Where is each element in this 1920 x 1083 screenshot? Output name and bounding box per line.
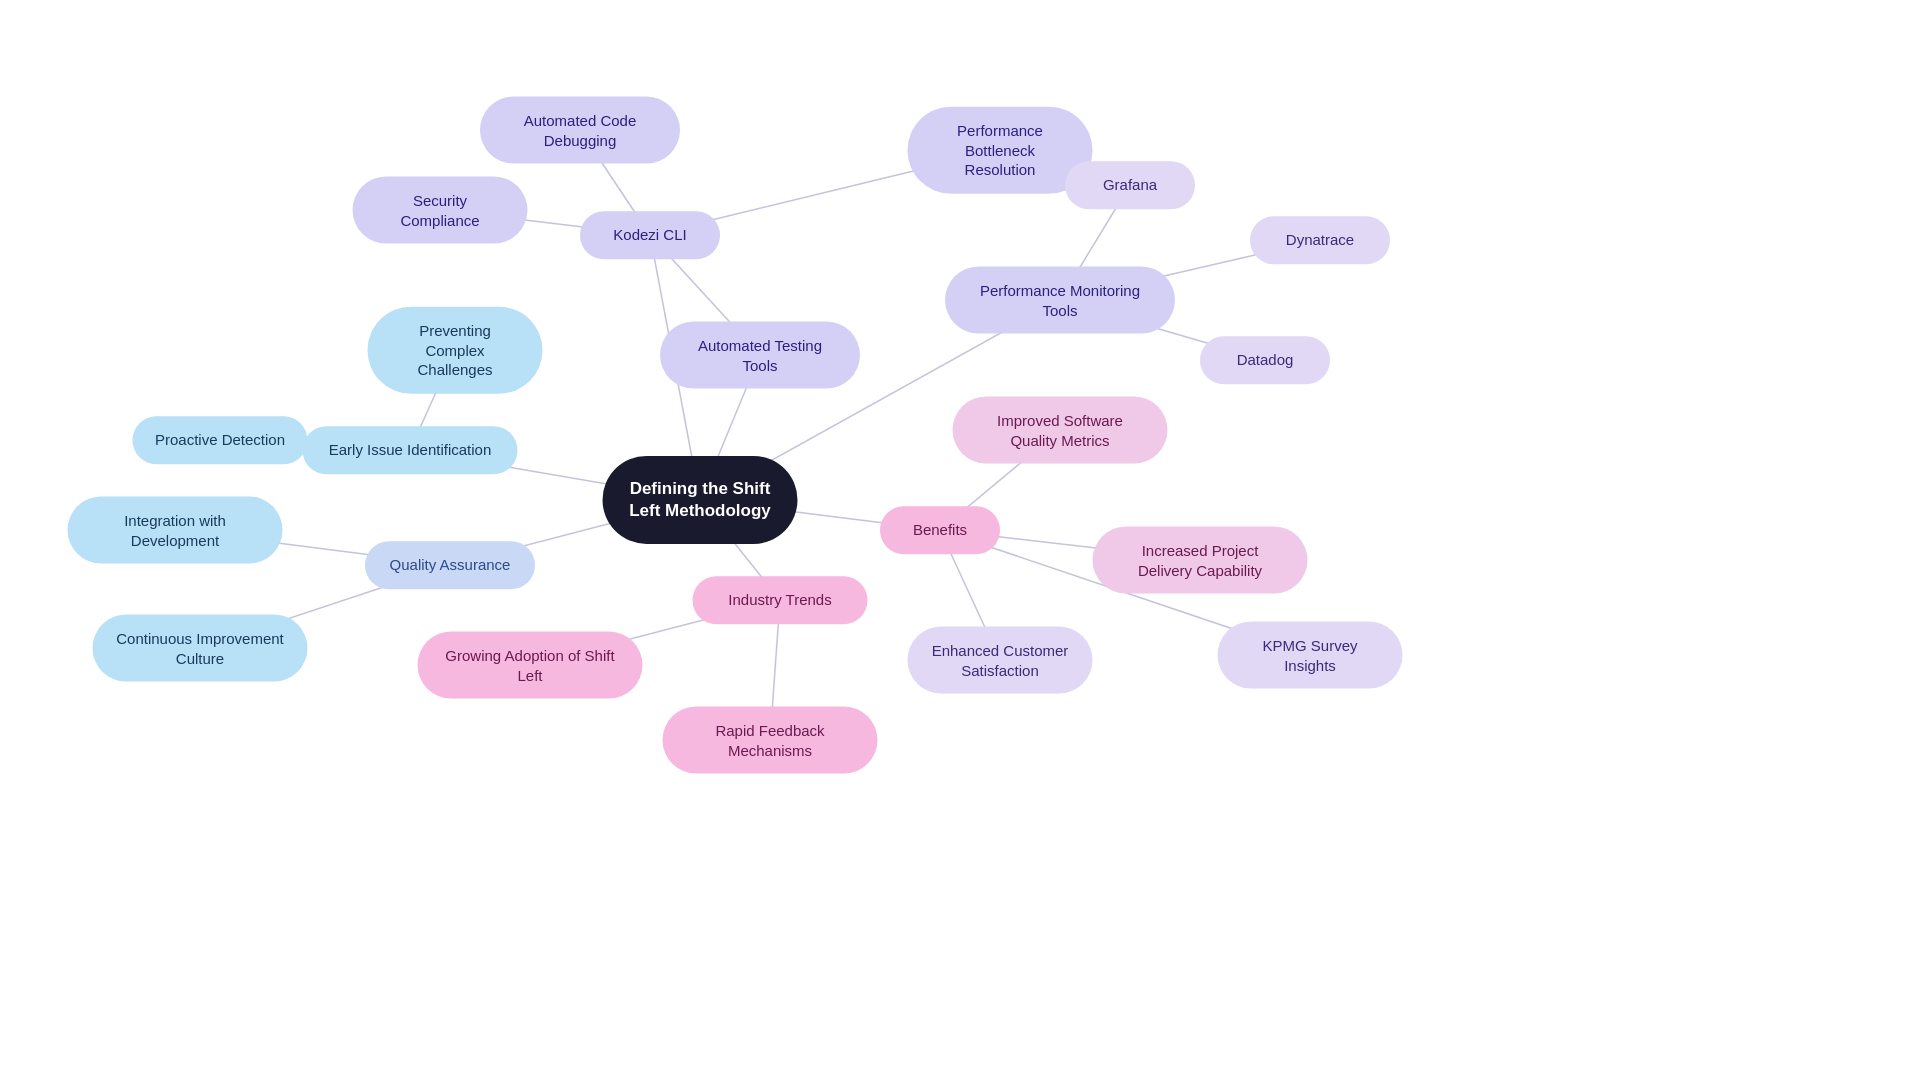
node-continuous-improvement: Continuous Improvement Culture	[93, 615, 308, 682]
node-grafana: Grafana	[1065, 161, 1195, 209]
node-increased-delivery: Increased Project Delivery Capability	[1093, 527, 1308, 594]
node-kpmg: KPMG Survey Insights	[1218, 622, 1403, 689]
node-preventing-complex: Preventing Complex Challenges	[368, 307, 543, 394]
node-security: Security Compliance	[353, 177, 528, 244]
node-rapid-feedback: Rapid Feedback Mechanisms	[663, 707, 878, 774]
mind-map: Defining the Shift Left Methodology Kodez…	[0, 0, 1920, 1083]
node-early-issue: Early Issue Identification	[303, 426, 518, 474]
node-integration-dev: Integration with Development	[68, 497, 283, 564]
node-growing-adoption: Growing Adoption of Shift Left	[418, 632, 643, 699]
node-quality-assurance: Quality Assurance	[365, 541, 535, 589]
node-performance-monitoring: Performance Monitoring Tools	[945, 267, 1175, 334]
node-automated-testing: Automated Testing Tools	[660, 322, 860, 389]
node-automated-code: Automated Code Debugging	[480, 97, 680, 164]
node-datadog: Datadog	[1200, 336, 1330, 384]
center-node: Defining the Shift Left Methodology	[603, 456, 798, 544]
node-enhanced-customer: Enhanced Customer Satisfaction	[908, 627, 1093, 694]
node-dynatrace: Dynatrace	[1250, 216, 1390, 264]
node-improved-quality: Improved Software Quality Metrics	[953, 397, 1168, 464]
node-industry-trends: Industry Trends	[693, 576, 868, 624]
node-kodezi-cli: Kodezi CLI	[580, 211, 720, 259]
node-benefits: Benefits	[880, 506, 1000, 554]
node-proactive-detection: Proactive Detection	[133, 416, 308, 464]
